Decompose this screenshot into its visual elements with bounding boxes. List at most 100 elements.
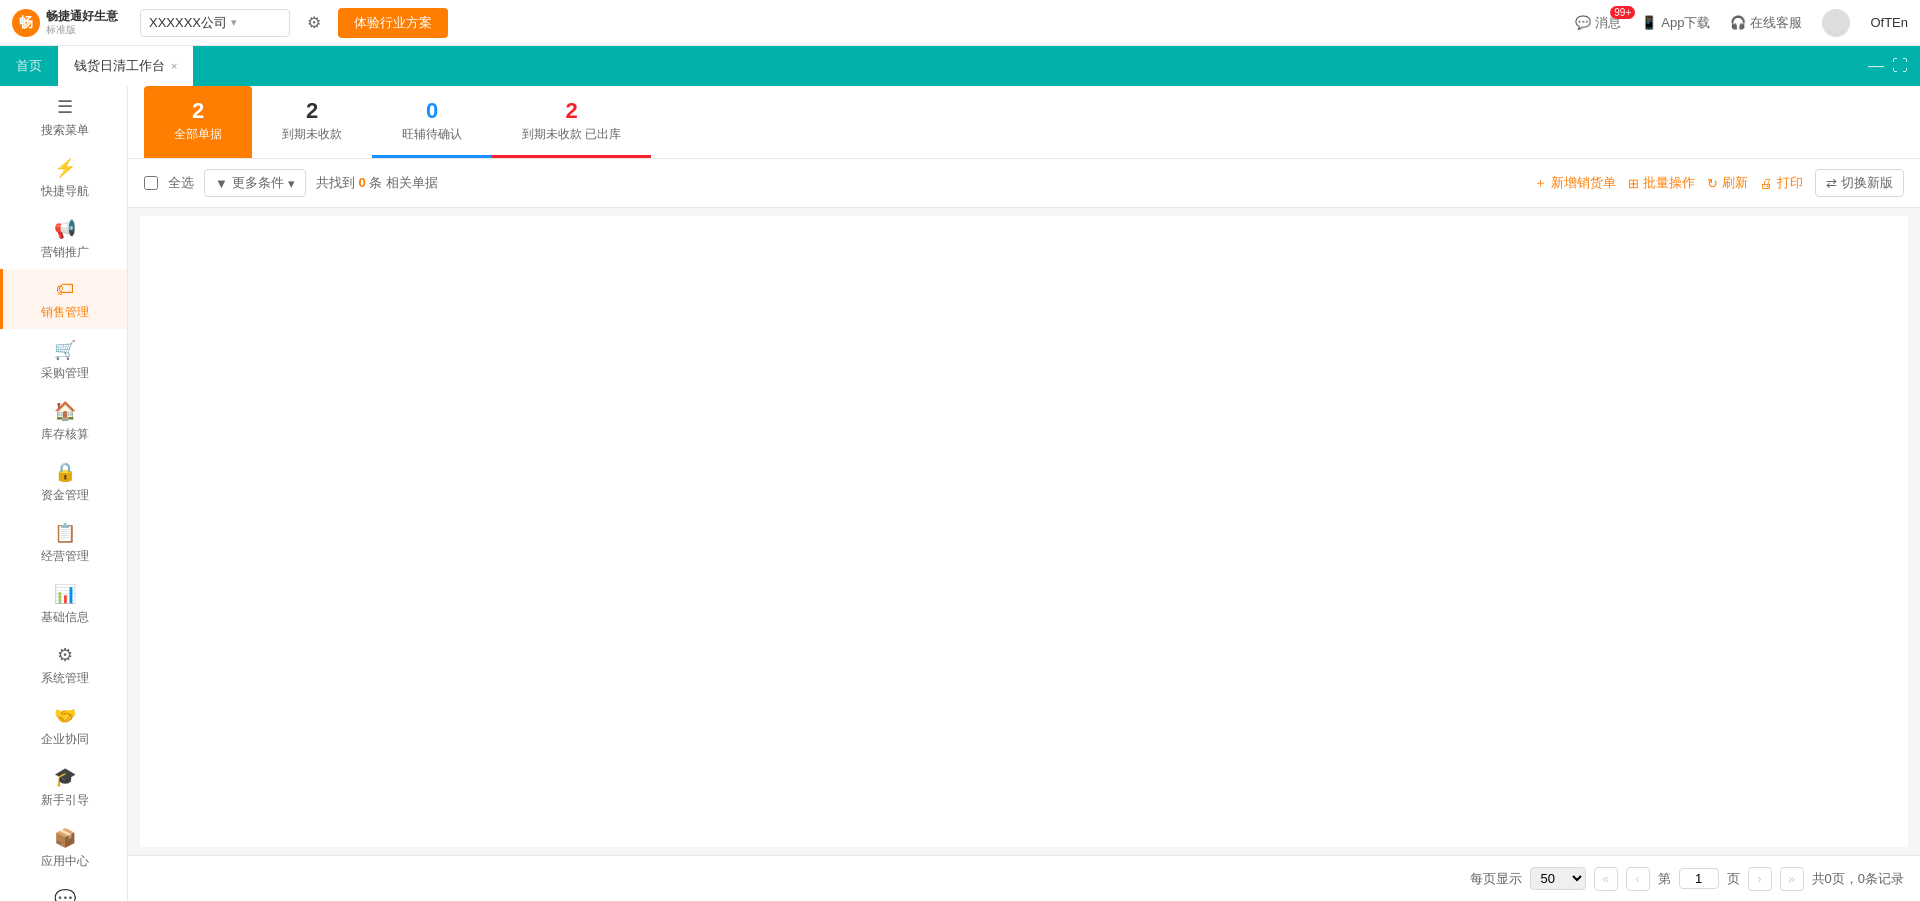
toolbar: 全选 ▼ 更多条件 ▾ 共找到 0 条 相关单据 ＋ 新增销货单 <box>128 159 1920 208</box>
maximize-tab-icon[interactable]: ⛶ <box>1892 57 1908 75</box>
finance-icon: 🔒 <box>54 461 76 483</box>
page-number-input[interactable] <box>1679 868 1719 889</box>
message-badge: 99+ <box>1610 6 1635 19</box>
settings-button[interactable]: ⚙ <box>298 7 330 39</box>
select-all-label: 全选 <box>168 174 194 192</box>
sidebar-item-label: 销售管理 <box>41 304 89 321</box>
summary-tabs: 2 全部单据 2 到期未收款 0 旺辅待确认 2 到期未收款 已出库 <box>128 86 1920 159</box>
nav-tabs-actions: — ⛶ <box>1868 57 1920 75</box>
tab-workbench[interactable]: 钱货日清工作台 × <box>58 46 193 86</box>
last-page-button[interactable]: » <box>1780 867 1804 891</box>
app-download-button[interactable]: 📱 App下载 <box>1641 14 1710 32</box>
content-area: 2 全部单据 2 到期未收款 0 旺辅待确认 2 到期未收款 已出库 全选 <box>128 86 1920 901</box>
tab-shipped-count: 2 <box>566 98 578 124</box>
topbar-right: 💬 消息 99+ 📱 App下载 🎧 在线客服 OfTEn <box>1575 9 1908 37</box>
operations-icon: 📋 <box>54 522 76 544</box>
chevron-down-icon: ▾ <box>231 16 237 29</box>
sidebar-item-operations[interactable]: 📋 经营管理 <box>0 512 127 573</box>
sidebar-item-marketing[interactable]: 📢 营销推广 <box>0 208 127 269</box>
print-icon: 🖨 <box>1760 176 1773 191</box>
sidebar-item-label: 应用中心 <box>41 853 89 870</box>
batch-btn-label: 批量操作 <box>1643 174 1695 192</box>
sidebar-item-basic-info[interactable]: 📊 基础信息 <box>0 573 127 634</box>
trial-button[interactable]: 体验行业方案 <box>338 8 448 38</box>
toolbar-left: 全选 ▼ 更多条件 ▾ 共找到 0 条 相关单据 <box>144 169 1522 197</box>
message-icon: 💬 <box>1575 15 1591 30</box>
summary-tab-shipped[interactable]: 2 到期未收款 已出库 <box>492 86 651 158</box>
logo-area: 畅 畅捷通好生意 标准版 <box>12 9 140 37</box>
prev-page-button[interactable]: ‹ <box>1626 867 1650 891</box>
sidebar-item-search-menu[interactable]: ☰ 搜索菜单 <box>0 86 127 147</box>
plus-icon: ＋ <box>1534 174 1547 192</box>
summary-tab-all[interactable]: 2 全部单据 <box>144 86 252 158</box>
inventory-icon: 🏠 <box>54 400 76 422</box>
first-page-button[interactable]: « <box>1594 867 1618 891</box>
sidebar-item-label: 采购管理 <box>41 365 89 382</box>
sidebar-item-label: 新手引导 <box>41 792 89 809</box>
sidebar-item-guide[interactable]: 🎓 新手引导 <box>0 756 127 817</box>
workbench-tab-label: 钱货日清工作台 <box>74 57 165 75</box>
sidebar-item-quick-nav[interactable]: ⚡ 快捷导航 <box>0 147 127 208</box>
sidebar-item-wechat[interactable]: 💬 企业微信 <box>0 878 127 901</box>
select-all-checkbox[interactable] <box>144 176 158 190</box>
sidebar-item-app-center[interactable]: 📦 应用中心 <box>0 817 127 878</box>
total-label: 共0页，0条记录 <box>1812 870 1904 888</box>
switch-version-button[interactable]: ⇄ 切换新版 <box>1815 169 1904 197</box>
sidebar-item-label: 库存核算 <box>41 426 89 443</box>
add-sales-order-button[interactable]: ＋ 新增销货单 <box>1534 174 1616 192</box>
company-name: XXXXXX公司 <box>149 14 227 32</box>
next-page-button[interactable]: › <box>1748 867 1772 891</box>
print-button[interactable]: 🖨 打印 <box>1760 174 1803 192</box>
more-filters-label: 更多条件 <box>232 174 284 192</box>
tab-shipped-label: 到期未收款 已出库 <box>522 126 621 143</box>
tab-home[interactable]: 首页 <box>0 46 58 86</box>
purchase-icon: 🛒 <box>54 339 76 361</box>
enterprise-icon: 🤝 <box>54 705 76 727</box>
summary-tab-pending[interactable]: 0 旺辅待确认 <box>372 86 492 158</box>
sidebar-item-label: 基础信息 <box>41 609 89 626</box>
basic-info-icon: 📊 <box>54 583 76 605</box>
tab-pending-count: 0 <box>426 98 438 124</box>
summary-tab-overdue[interactable]: 2 到期未收款 <box>252 86 372 158</box>
switch-icon: ⇄ <box>1826 176 1837 191</box>
found-count: 0 <box>359 175 366 190</box>
batch-icon: ⊞ <box>1628 176 1639 191</box>
more-filters-button[interactable]: ▼ 更多条件 ▾ <box>204 169 306 197</box>
sidebar-item-enterprise[interactable]: 🤝 企业协同 <box>0 695 127 756</box>
headset-icon: 🎧 <box>1730 15 1746 30</box>
refresh-button[interactable]: ↻ 刷新 <box>1707 174 1748 192</box>
sidebar-item-label: 搜索菜单 <box>41 122 89 139</box>
online-service-button[interactable]: 🎧 在线客服 <box>1730 14 1802 32</box>
username[interactable]: OfTEn <box>1870 15 1908 30</box>
app-download-label: App下载 <box>1661 14 1710 32</box>
sidebar-item-label: 系统管理 <box>41 670 89 687</box>
page-suffix: 页 <box>1727 870 1740 888</box>
sales-icon: 🏷 <box>56 279 74 300</box>
sidebar-item-system[interactable]: ⚙ 系统管理 <box>0 634 127 695</box>
app-center-icon: 📦 <box>54 827 76 849</box>
sidebar-item-inventory[interactable]: 🏠 库存核算 <box>0 390 127 451</box>
sidebar-item-purchase[interactable]: 🛒 采购管理 <box>0 329 127 390</box>
main-layout: ☰ 搜索菜单 ⚡ 快捷导航 📢 营销推广 🏷 销售管理 🛒 采购管理 🏠 库存核… <box>0 86 1920 901</box>
topbar: 畅 畅捷通好生意 标准版 XXXXXX公司 ▾ ⚙ 体验行业方案 💬 消息 99… <box>0 0 1920 46</box>
add-btn-label: 新增销货单 <box>1551 174 1616 192</box>
sidebar-item-label: 快捷导航 <box>41 183 89 200</box>
company-selector[interactable]: XXXXXX公司 ▾ <box>140 9 290 37</box>
minimize-tab-icon[interactable]: — <box>1868 57 1884 75</box>
close-tab-icon[interactable]: × <box>171 60 177 72</box>
refresh-btn-label: 刷新 <box>1722 174 1748 192</box>
avatar[interactable] <box>1822 9 1850 37</box>
batch-operations-button[interactable]: ⊞ 批量操作 <box>1628 174 1695 192</box>
guide-icon: 🎓 <box>54 766 76 788</box>
sidebar-item-finance[interactable]: 🔒 资金管理 <box>0 451 127 512</box>
page-label: 第 <box>1658 870 1671 888</box>
table-area <box>140 216 1908 847</box>
toolbar-right: ＋ 新增销货单 ⊞ 批量操作 ↻ 刷新 🖨 打印 ⇄ 切换新版 <box>1534 169 1904 197</box>
per-page-select[interactable]: 50 100 200 <box>1530 867 1586 890</box>
tab-overdue-label: 到期未收款 <box>282 126 342 143</box>
sidebar-item-label: 营销推广 <box>41 244 89 261</box>
sidebar-item-label: 经营管理 <box>41 548 89 565</box>
sidebar-item-sales[interactable]: 🏷 销售管理 <box>0 269 127 329</box>
home-tab-label: 首页 <box>16 57 42 75</box>
message-button[interactable]: 💬 消息 99+ <box>1575 14 1621 32</box>
